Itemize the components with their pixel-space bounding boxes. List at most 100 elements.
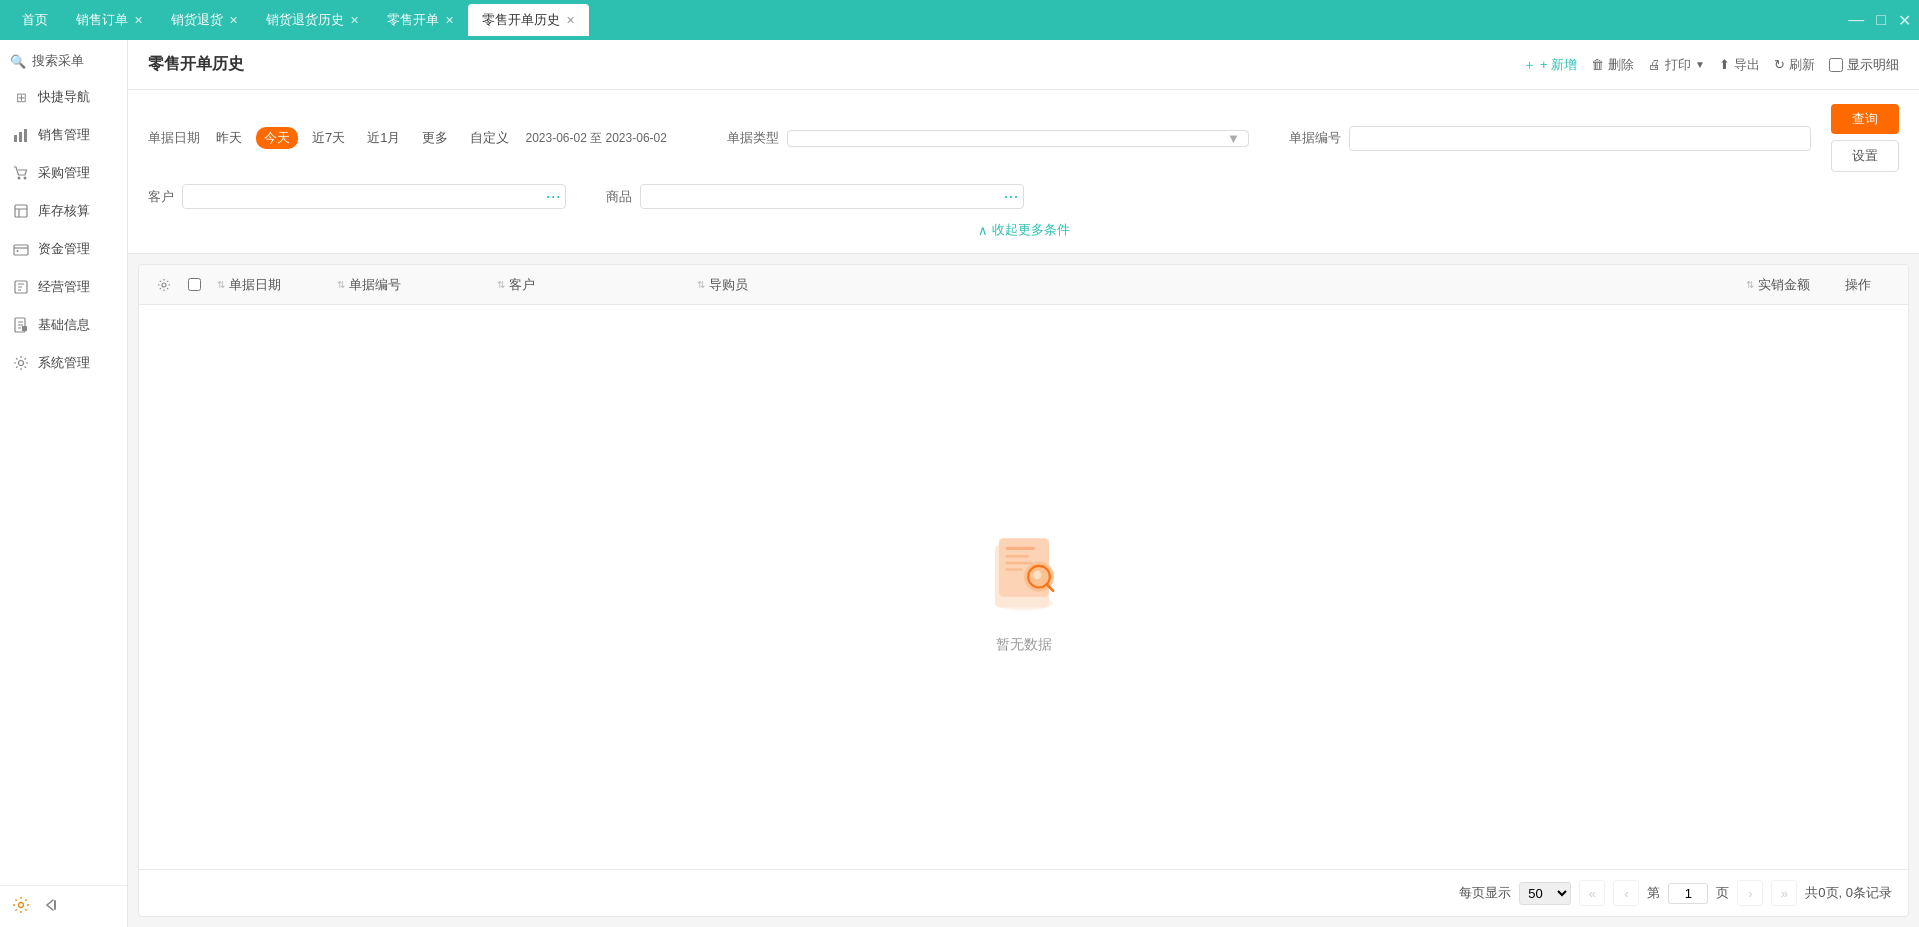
svg-point-7 bbox=[17, 250, 19, 252]
tab-sales-return[interactable]: 销货退货 ✕ bbox=[157, 4, 252, 36]
content: 零售开单历史 ＋ + 新增 🗑 删除 🖨 打印 ▼ ⬆ 导出 bbox=[128, 40, 1919, 927]
tab-retail-open[interactable]: 零售开单 ✕ bbox=[373, 4, 468, 36]
print-button[interactable]: 🖨 打印 ▼ bbox=[1648, 56, 1705, 74]
customer-label: 客户 bbox=[148, 188, 174, 206]
tab-close-retail-open[interactable]: ✕ bbox=[445, 14, 454, 27]
collapse-button[interactable]: ∧ 收起更多条件 bbox=[148, 221, 1899, 239]
prev-page-button[interactable]: ‹ bbox=[1613, 880, 1639, 906]
date-option-7days[interactable]: 近7天 bbox=[304, 127, 353, 149]
sidebar-item-base-info[interactable]: 基础信息 bbox=[0, 306, 127, 344]
show-detail-checkbox[interactable] bbox=[1829, 58, 1843, 72]
tab-home[interactable]: 首页 bbox=[8, 4, 62, 36]
doc-number-input[interactable] bbox=[1349, 126, 1811, 151]
query-button[interactable]: 查询 bbox=[1831, 104, 1899, 134]
svg-point-25 bbox=[1033, 571, 1041, 579]
table-settings-icon[interactable] bbox=[149, 278, 179, 292]
svg-rect-13 bbox=[54, 900, 56, 910]
svg-rect-5 bbox=[15, 205, 27, 217]
sidebar-item-finance[interactable]: 资金管理 bbox=[0, 230, 127, 268]
th-date[interactable]: ⇅ 单据日期 bbox=[209, 276, 329, 294]
date-option-more[interactable]: 更多 bbox=[414, 127, 456, 149]
product-ellipsis-button[interactable]: ··· bbox=[999, 186, 1022, 207]
th-number[interactable]: ⇅ 单据编号 bbox=[329, 276, 489, 294]
table-header-checkbox[interactable] bbox=[179, 278, 209, 291]
sidebar-collapse-btn[interactable] bbox=[42, 896, 60, 917]
empty-state: 暂无数据 bbox=[139, 305, 1908, 869]
product-label: 商品 bbox=[606, 188, 632, 206]
date-option-1month[interactable]: 近1月 bbox=[359, 127, 408, 149]
sidebar-item-operations[interactable]: 经营管理 bbox=[0, 268, 127, 306]
th-amount[interactable]: ⇅ 实销金额 bbox=[1698, 276, 1818, 294]
add-button[interactable]: ＋ + 新增 bbox=[1523, 56, 1577, 74]
tab-close-sales-return[interactable]: ✕ bbox=[229, 14, 238, 27]
tab-close-sales-order[interactable]: ✕ bbox=[134, 14, 143, 27]
sidebar: 🔍 搜索采单 ⊞ 快捷导航 销售管理 采购管理 库存核算 bbox=[0, 40, 128, 927]
settings-button[interactable]: 设置 bbox=[1831, 140, 1899, 172]
sidebar-bottom bbox=[0, 885, 127, 927]
sort-icon-guide: ⇅ bbox=[697, 279, 705, 290]
date-options: 昨天 今天 近7天 近1月 更多 自定义 bbox=[208, 127, 517, 149]
tab-close-sales-return-history[interactable]: ✕ bbox=[350, 14, 359, 27]
next-page-button[interactable]: › bbox=[1737, 880, 1763, 906]
tab-sales-return-history[interactable]: 销货退货历史 ✕ bbox=[252, 4, 373, 36]
svg-rect-6 bbox=[14, 245, 28, 255]
first-page-button[interactable]: « bbox=[1579, 880, 1605, 906]
page-label: 第 bbox=[1647, 884, 1660, 902]
product-input[interactable] bbox=[641, 185, 1000, 208]
sidebar-item-inventory[interactable]: 库存核算 bbox=[0, 192, 127, 230]
tab-bar: 首页 销售订单 ✕ 销货退货 ✕ 销货退货历史 ✕ 零售开单 ✕ 零售开单历史 … bbox=[0, 0, 1919, 40]
page-size-select[interactable]: 50 10 20 100 bbox=[1519, 882, 1571, 905]
doc-type-select[interactable]: ▼ bbox=[787, 130, 1249, 147]
refresh-button[interactable]: ↻ 刷新 bbox=[1774, 56, 1815, 74]
svg-rect-21 bbox=[1005, 568, 1022, 571]
svg-rect-10 bbox=[22, 326, 27, 331]
delete-icon: 🗑 bbox=[1591, 57, 1604, 72]
export-button[interactable]: ⬆ 导出 bbox=[1719, 56, 1760, 74]
sort-icon-date: ⇅ bbox=[217, 279, 225, 290]
svg-point-11 bbox=[19, 361, 24, 366]
maximize-button[interactable]: □ bbox=[1876, 11, 1886, 29]
customer-input[interactable] bbox=[183, 185, 542, 208]
doc-number-label: 单据编号 bbox=[1289, 129, 1341, 147]
main-layout: 🔍 搜索采单 ⊞ 快捷导航 销售管理 采购管理 库存核算 bbox=[0, 40, 1919, 927]
sidebar-item-purchase-mgmt[interactable]: 采购管理 bbox=[0, 154, 127, 192]
doc-type-label: 单据类型 bbox=[727, 129, 779, 147]
sidebar-search[interactable]: 🔍 搜索采单 bbox=[0, 40, 127, 78]
date-option-today[interactable]: 今天 bbox=[256, 127, 298, 149]
add-icon: ＋ bbox=[1523, 56, 1536, 74]
date-label: 单据日期 bbox=[148, 129, 200, 147]
table-area: ⇅ 单据日期 ⇅ 单据编号 ⇅ 客户 ⇅ 导购员 ⇅ 实销 bbox=[138, 264, 1909, 917]
filter-area: 单据日期 昨天 今天 近7天 近1月 更多 自定义 2023-06-02 至 2… bbox=[128, 90, 1919, 254]
filter-row-2: 客户 ··· 商品 ··· bbox=[148, 184, 1899, 209]
show-detail-toggle[interactable]: 显示明细 bbox=[1829, 56, 1899, 74]
th-guide[interactable]: ⇅ 导购员 bbox=[689, 276, 809, 294]
tab-retail-history[interactable]: 零售开单历史 ✕ bbox=[468, 4, 589, 36]
minimize-button[interactable]: — bbox=[1848, 11, 1864, 29]
sidebar-settings-btn[interactable] bbox=[12, 896, 30, 917]
system-icon bbox=[12, 354, 30, 372]
select-all-checkbox[interactable] bbox=[188, 278, 201, 291]
page-suffix: 页 bbox=[1716, 884, 1729, 902]
quick-nav-icon: ⊞ bbox=[12, 88, 30, 106]
finance-icon bbox=[12, 240, 30, 258]
close-button[interactable]: ✕ bbox=[1898, 11, 1911, 30]
th-action: 操作 bbox=[1818, 276, 1898, 294]
date-range: 2023-06-02 至 2023-06-02 bbox=[525, 130, 666, 147]
sidebar-item-sales-mgmt[interactable]: 销售管理 bbox=[0, 116, 127, 154]
last-page-button[interactable]: » bbox=[1771, 880, 1797, 906]
customer-ellipsis-button[interactable]: ··· bbox=[542, 186, 565, 207]
sidebar-item-quick-nav[interactable]: ⊞ 快捷导航 bbox=[0, 78, 127, 116]
th-customer[interactable]: ⇅ 客户 bbox=[489, 276, 689, 294]
page-number-input[interactable] bbox=[1668, 883, 1708, 904]
tab-sales-order[interactable]: 销售订单 ✕ bbox=[62, 4, 157, 36]
svg-rect-1 bbox=[19, 132, 22, 142]
delete-button[interactable]: 🗑 删除 bbox=[1591, 56, 1634, 74]
sidebar-item-system[interactable]: 系统管理 bbox=[0, 344, 127, 382]
svg-rect-20 bbox=[1005, 562, 1032, 565]
next-page-icon: › bbox=[1748, 886, 1752, 901]
date-option-yesterday[interactable]: 昨天 bbox=[208, 127, 250, 149]
tab-close-retail-history[interactable]: ✕ bbox=[566, 14, 575, 27]
sales-mgmt-icon bbox=[12, 126, 30, 144]
date-option-custom[interactable]: 自定义 bbox=[462, 127, 517, 149]
svg-rect-0 bbox=[14, 135, 17, 142]
